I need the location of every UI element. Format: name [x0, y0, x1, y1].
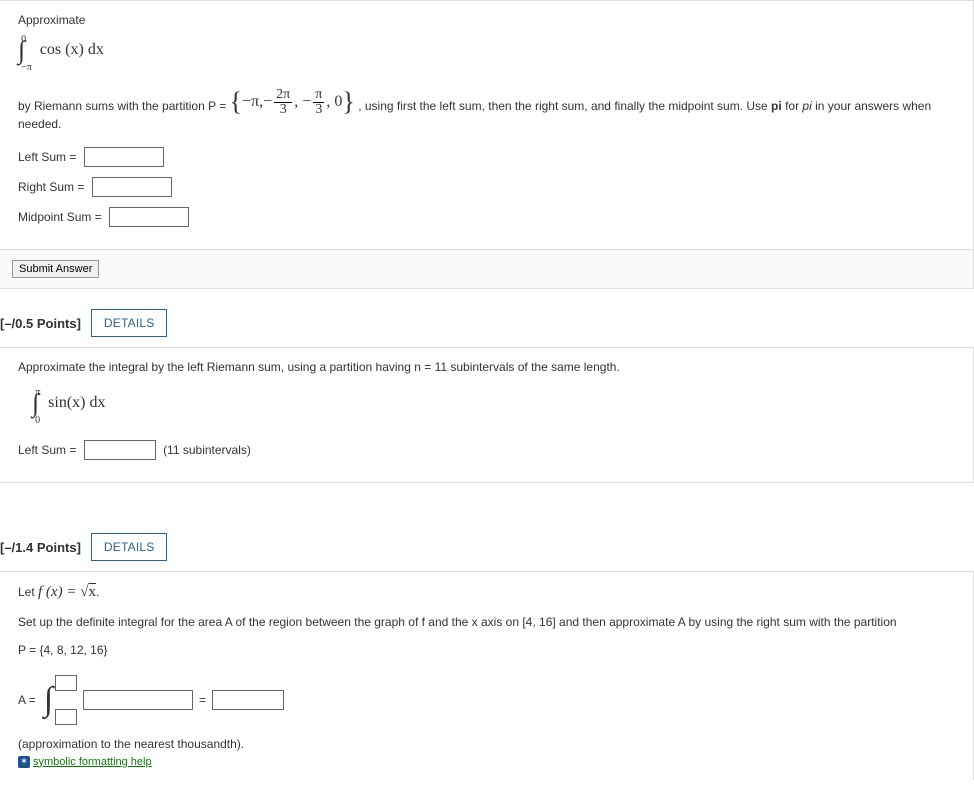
q3-let: Let	[18, 585, 38, 599]
q1-integrand: cos (x) dx	[40, 41, 104, 58]
question-3: Let f (x) = √x. Set up the definite inte…	[0, 571, 974, 780]
q1-lower-limit: −π	[21, 63, 32, 73]
a-equals-label: A =	[18, 693, 36, 707]
right-sum-input[interactable]	[92, 177, 172, 197]
sqrt-symbol: √x	[80, 584, 96, 600]
q3-partition: P = {4, 8, 12, 16}	[18, 643, 955, 657]
pi-bold: pi	[771, 99, 782, 113]
p-item-last: , 0	[326, 93, 342, 111]
q2-left-sum-input[interactable]	[84, 440, 156, 460]
q3-result-input[interactable]	[212, 690, 284, 710]
symbolic-help-link[interactable]: ✶ symbolic formatting help	[18, 756, 152, 768]
q3-approx-note: (approximation to the nearest thousandth…	[18, 737, 955, 751]
q2-lower: 0	[35, 416, 40, 426]
q3-integrand-input[interactable]	[83, 690, 193, 710]
q1-suffix: , using first the left sum, then the rig…	[358, 99, 771, 113]
right-sum-label: Right Sum =	[18, 180, 84, 194]
q2-integral: ∫π0 sin(x) dx	[32, 388, 955, 426]
q3-period: .	[96, 585, 99, 599]
q3-header-bar: [–/1.4 Points] DETAILS	[0, 521, 974, 571]
help-icon: ✶	[18, 756, 30, 768]
question-2: Approximate the integral by the left Rie…	[0, 347, 974, 483]
left-sum-row: Left Sum =	[18, 147, 955, 167]
partition-set: { −π, − 2π3 , − π3 , 0 }	[230, 87, 355, 117]
help-text: symbolic formatting help	[33, 756, 152, 768]
question-1: Approximate ∫0−π cos (x) dx by Riemann s…	[0, 0, 974, 289]
q2-points: [–/0.5 Points]	[0, 316, 81, 331]
q3-upper-limit-input[interactable]	[55, 675, 77, 691]
p-num1: 2π	[274, 88, 292, 103]
q2-subintervals-note: (11 subintervals)	[163, 443, 251, 457]
p-item-0: −π,	[242, 93, 263, 111]
q3-details-button[interactable]: DETAILS	[91, 533, 168, 561]
q3-let-line: Let f (x) = √x.	[18, 584, 955, 601]
q2-left-label: Left Sum =	[18, 443, 76, 457]
p-num2: π	[313, 88, 324, 103]
q3-setup-text: Set up the definite integral for the are…	[18, 615, 955, 629]
q1-integral: ∫0−π cos (x) dx	[18, 35, 955, 73]
q2-details-button[interactable]: DETAILS	[91, 309, 168, 337]
p-item-neg1: −	[263, 93, 272, 111]
q2-upper: π	[35, 388, 40, 398]
submit-button[interactable]: Submit Answer	[12, 260, 99, 278]
q2-header-bar: [–/0.5 Points] DETAILS	[0, 297, 974, 347]
left-sum-label: Left Sum =	[18, 150, 76, 164]
midpoint-sum-label: Midpoint Sum =	[18, 210, 102, 224]
p-den1: 3	[278, 103, 289, 117]
p-sep: , −	[294, 93, 311, 111]
q1-upper-limit: 0	[21, 35, 32, 45]
q1-partition-prefix: by Riemann sums with the partition P =	[18, 99, 230, 113]
q2-prompt: Approximate the integral by the left Rie…	[18, 360, 955, 374]
for-txt: for	[785, 99, 802, 113]
q3-equals: =	[199, 693, 206, 707]
p-den2: 3	[313, 103, 324, 117]
midpoint-sum-input[interactable]	[109, 207, 189, 227]
q3-fx: f (x) =	[38, 584, 80, 600]
left-sum-input[interactable]	[84, 147, 164, 167]
q1-header: Approximate	[18, 13, 955, 27]
q2-left-sum-row: Left Sum = (11 subintervals)	[18, 440, 955, 460]
midpoint-sum-row: Midpoint Sum =	[18, 207, 955, 227]
q3-lower-limit-input[interactable]	[55, 709, 77, 725]
q3-integral-setup-row: A = ∫ =	[18, 675, 955, 725]
right-sum-row: Right Sum =	[18, 177, 955, 197]
q3-integral-expression: ∫	[42, 675, 77, 725]
submit-bar: Submit Answer	[0, 249, 973, 288]
sqrt-x: x	[88, 584, 96, 600]
q1-partition-line: by Riemann sums with the partition P = {…	[18, 87, 955, 131]
q2-integrand: sin(x) dx	[48, 394, 105, 411]
pi-italic: pi	[802, 99, 811, 113]
q3-points: [–/1.4 Points]	[0, 540, 81, 555]
